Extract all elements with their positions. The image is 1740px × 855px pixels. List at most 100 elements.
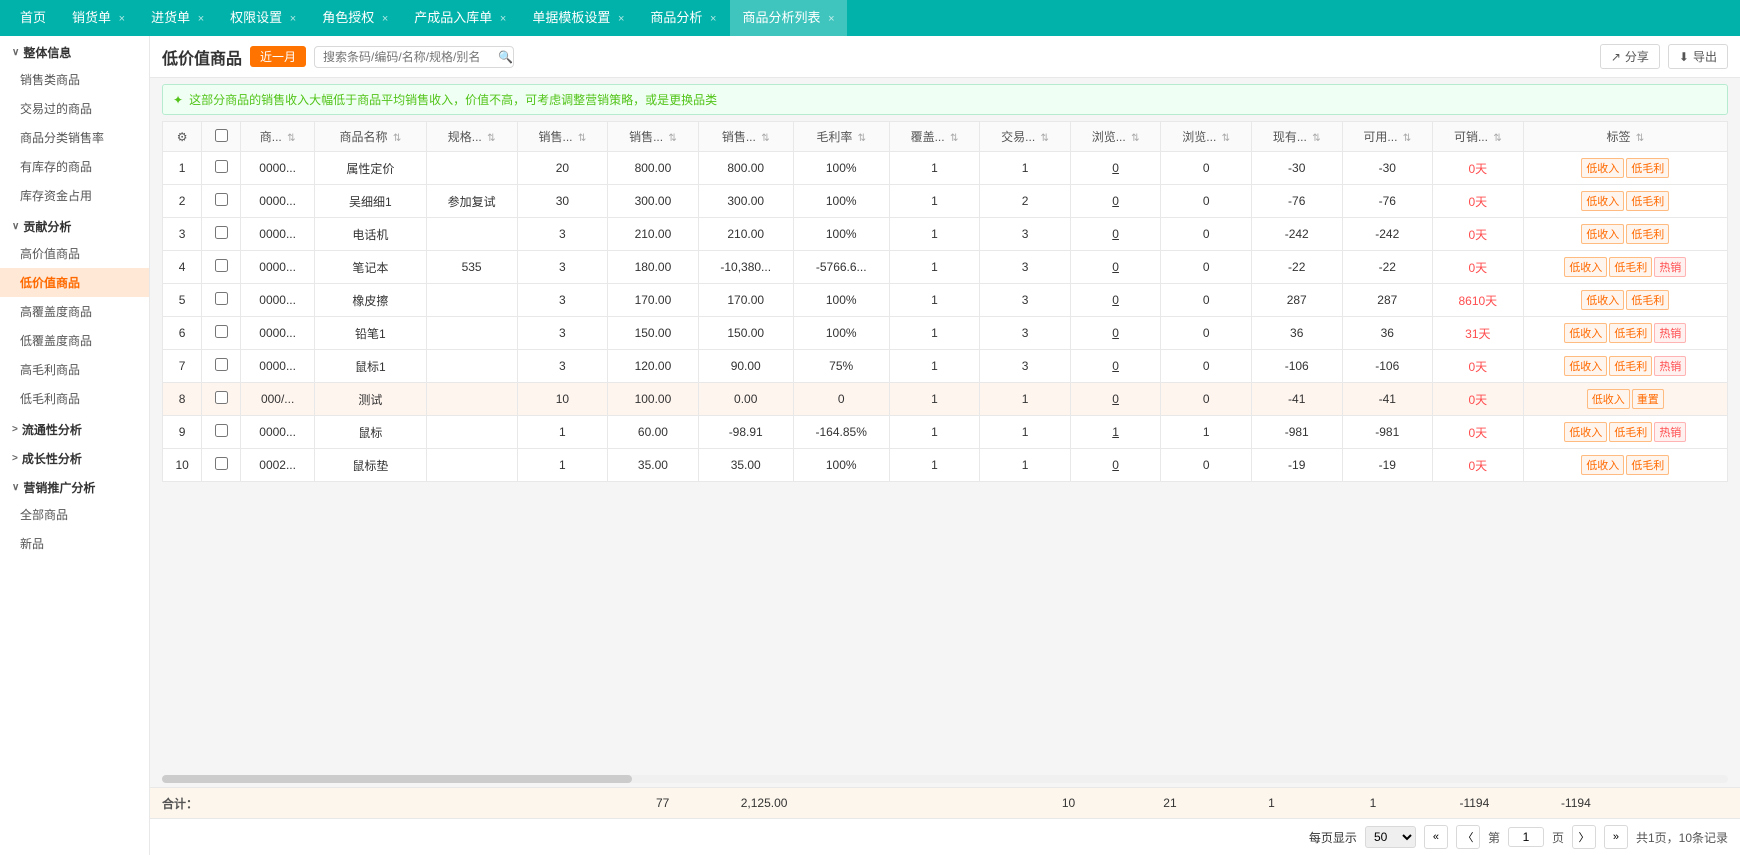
row-checkbox[interactable] xyxy=(215,193,228,206)
browse1-link[interactable]: 0 xyxy=(1112,326,1119,340)
sidebar-item-sales-goods[interactable]: 销售类商品 xyxy=(0,65,149,94)
share-button[interactable]: ↗ 分享 xyxy=(1600,44,1660,69)
nav-product-analysis-list[interactable]: 商品分析列表 × xyxy=(730,0,846,36)
scrollbar-thumb[interactable] xyxy=(162,775,632,783)
row-browse1[interactable]: 0 xyxy=(1070,284,1161,317)
first-page-button[interactable]: « xyxy=(1424,825,1448,849)
row-checkbox[interactable] xyxy=(215,325,228,338)
col-sales-amt[interactable]: 销售... ⇅ xyxy=(608,122,699,152)
sidebar-item-high-value[interactable]: 高价值商品 xyxy=(0,239,149,268)
col-transaction[interactable]: 交易... ⇅ xyxy=(980,122,1071,152)
row-checkbox[interactable] xyxy=(215,259,228,272)
nav-template[interactable]: 单据模板设置 × xyxy=(520,0,636,36)
col-checkbox[interactable] xyxy=(202,122,241,152)
sidebar-group-marketing[interactable]: ∨ 营销推广分析 xyxy=(0,471,149,500)
row-checkbox[interactable] xyxy=(215,457,228,470)
sidebar-group-contribution[interactable]: ∨ 贡献分析 xyxy=(0,210,149,239)
sidebar-item-high-coverage[interactable]: 高覆盖度商品 xyxy=(0,297,149,326)
sidebar-group-circulation[interactable]: > 流通性分析 xyxy=(0,413,149,442)
row-transaction: 1 xyxy=(980,383,1071,416)
row-code: 0000... xyxy=(241,284,315,317)
row-browse1[interactable]: 0 xyxy=(1070,152,1161,185)
sidebar-item-category-sales[interactable]: 商品分类销售率 xyxy=(0,123,149,152)
browse1-link[interactable]: 0 xyxy=(1112,293,1119,307)
col-sales-unit[interactable]: 销售... ⇅ xyxy=(698,122,793,152)
nav-sales[interactable]: 销货单 × xyxy=(60,0,137,36)
close-icon[interactable]: × xyxy=(828,13,834,25)
browse1-link[interactable]: 0 xyxy=(1112,161,1119,175)
select-all-checkbox[interactable] xyxy=(215,129,228,142)
col-code[interactable]: 商... ⇅ xyxy=(241,122,315,152)
row-browse1[interactable]: 0 xyxy=(1070,185,1161,218)
row-browse1[interactable]: 1 xyxy=(1070,416,1161,449)
last-page-button[interactable]: » xyxy=(1604,825,1628,849)
close-icon[interactable]: × xyxy=(618,13,624,25)
per-page-select[interactable]: 50 100 200 xyxy=(1365,826,1416,848)
nav-purchase[interactable]: 进货单 × xyxy=(139,0,216,36)
col-name[interactable]: 商品名称 ⇅ xyxy=(315,122,426,152)
row-checkbox[interactable] xyxy=(215,424,228,437)
sidebar-item-low-value[interactable]: 低价值商品 xyxy=(0,268,149,297)
row-checkbox[interactable] xyxy=(215,160,228,173)
filter-recent-month-button[interactable]: 近一月 xyxy=(250,46,306,67)
browse1-link[interactable]: 0 xyxy=(1112,392,1119,406)
browse1-link[interactable]: 0 xyxy=(1112,227,1119,241)
row-coverage: 1 xyxy=(889,218,980,251)
prev-page-button[interactable]: 〈 xyxy=(1456,825,1480,849)
row-browse1[interactable]: 0 xyxy=(1070,251,1161,284)
sidebar-item-low-profit[interactable]: 低毛利商品 xyxy=(0,384,149,413)
col-browse2[interactable]: 浏览... ⇅ xyxy=(1161,122,1252,152)
col-available[interactable]: 可用... ⇅ xyxy=(1342,122,1433,152)
sidebar-group-overall[interactable]: ∨ 整体信息 xyxy=(0,36,149,65)
col-coverage[interactable]: 覆盖... ⇅ xyxy=(889,122,980,152)
search-input[interactable] xyxy=(314,46,514,68)
tag: 低毛利 xyxy=(1609,356,1652,376)
row-browse1[interactable]: 0 xyxy=(1070,350,1161,383)
row-checkbox[interactable] xyxy=(215,292,228,305)
browse1-link[interactable]: 0 xyxy=(1112,359,1119,373)
close-icon[interactable]: × xyxy=(500,13,506,25)
nav-product-in[interactable]: 产成品入库单 × xyxy=(402,0,518,36)
row-browse1[interactable]: 0 xyxy=(1070,218,1161,251)
browse1-link[interactable]: 0 xyxy=(1112,194,1119,208)
sidebar-item-low-coverage[interactable]: 低覆盖度商品 xyxy=(0,326,149,355)
nav-home[interactable]: 首页 xyxy=(8,0,58,36)
col-sales-qty[interactable]: 销售... ⇅ xyxy=(517,122,608,152)
horizontal-scrollbar[interactable] xyxy=(162,775,1728,783)
search-icon[interactable]: 🔍 xyxy=(498,50,513,64)
page-number-input[interactable] xyxy=(1508,827,1544,847)
browse1-link[interactable]: 1 xyxy=(1112,425,1119,439)
next-page-button[interactable]: 〉 xyxy=(1572,825,1596,849)
col-gross-rate[interactable]: 毛利率 ⇅ xyxy=(793,122,889,152)
nav-permission[interactable]: 权限设置 × xyxy=(218,0,308,36)
row-browse1[interactable]: 0 xyxy=(1070,317,1161,350)
close-icon[interactable]: × xyxy=(119,13,125,25)
row-checkbox[interactable] xyxy=(215,391,228,404)
col-browse1[interactable]: 浏览... ⇅ xyxy=(1070,122,1161,152)
row-browse1[interactable]: 0 xyxy=(1070,383,1161,416)
col-current[interactable]: 现有... ⇅ xyxy=(1251,122,1342,152)
close-icon[interactable]: × xyxy=(382,13,388,25)
nav-product-analysis[interactable]: 商品分析 × xyxy=(638,0,728,36)
row-browse1[interactable]: 0 xyxy=(1070,449,1161,482)
col-sellable[interactable]: 可销... ⇅ xyxy=(1433,122,1524,152)
close-icon[interactable]: × xyxy=(710,13,716,25)
sidebar-item-high-profit[interactable]: 高毛利商品 xyxy=(0,355,149,384)
browse1-link[interactable]: 0 xyxy=(1112,260,1119,274)
sidebar-item-traded-goods[interactable]: 交易过的商品 xyxy=(0,94,149,123)
export-button[interactable]: ⬇ 导出 xyxy=(1668,44,1728,69)
close-icon[interactable]: × xyxy=(290,13,296,25)
browse1-link[interactable]: 0 xyxy=(1112,458,1119,472)
sidebar-item-all-goods[interactable]: 全部商品 xyxy=(0,500,149,529)
row-checkbox[interactable] xyxy=(215,226,228,239)
sidebar-item-new-goods[interactable]: 新品 xyxy=(0,529,149,558)
col-settings[interactable]: ⚙ xyxy=(163,122,202,152)
nav-role[interactable]: 角色授权 × xyxy=(310,0,400,36)
close-icon[interactable]: × xyxy=(198,13,204,25)
sidebar-item-inventory-capital[interactable]: 库存资金占用 xyxy=(0,181,149,210)
col-tags[interactable]: 标签 ⇅ xyxy=(1523,122,1727,152)
row-checkbox[interactable] xyxy=(215,358,228,371)
sidebar-item-inventory-goods[interactable]: 有库存的商品 xyxy=(0,152,149,181)
sidebar-group-growth[interactable]: > 成长性分析 xyxy=(0,442,149,471)
col-spec[interactable]: 规格... ⇅ xyxy=(426,122,517,152)
